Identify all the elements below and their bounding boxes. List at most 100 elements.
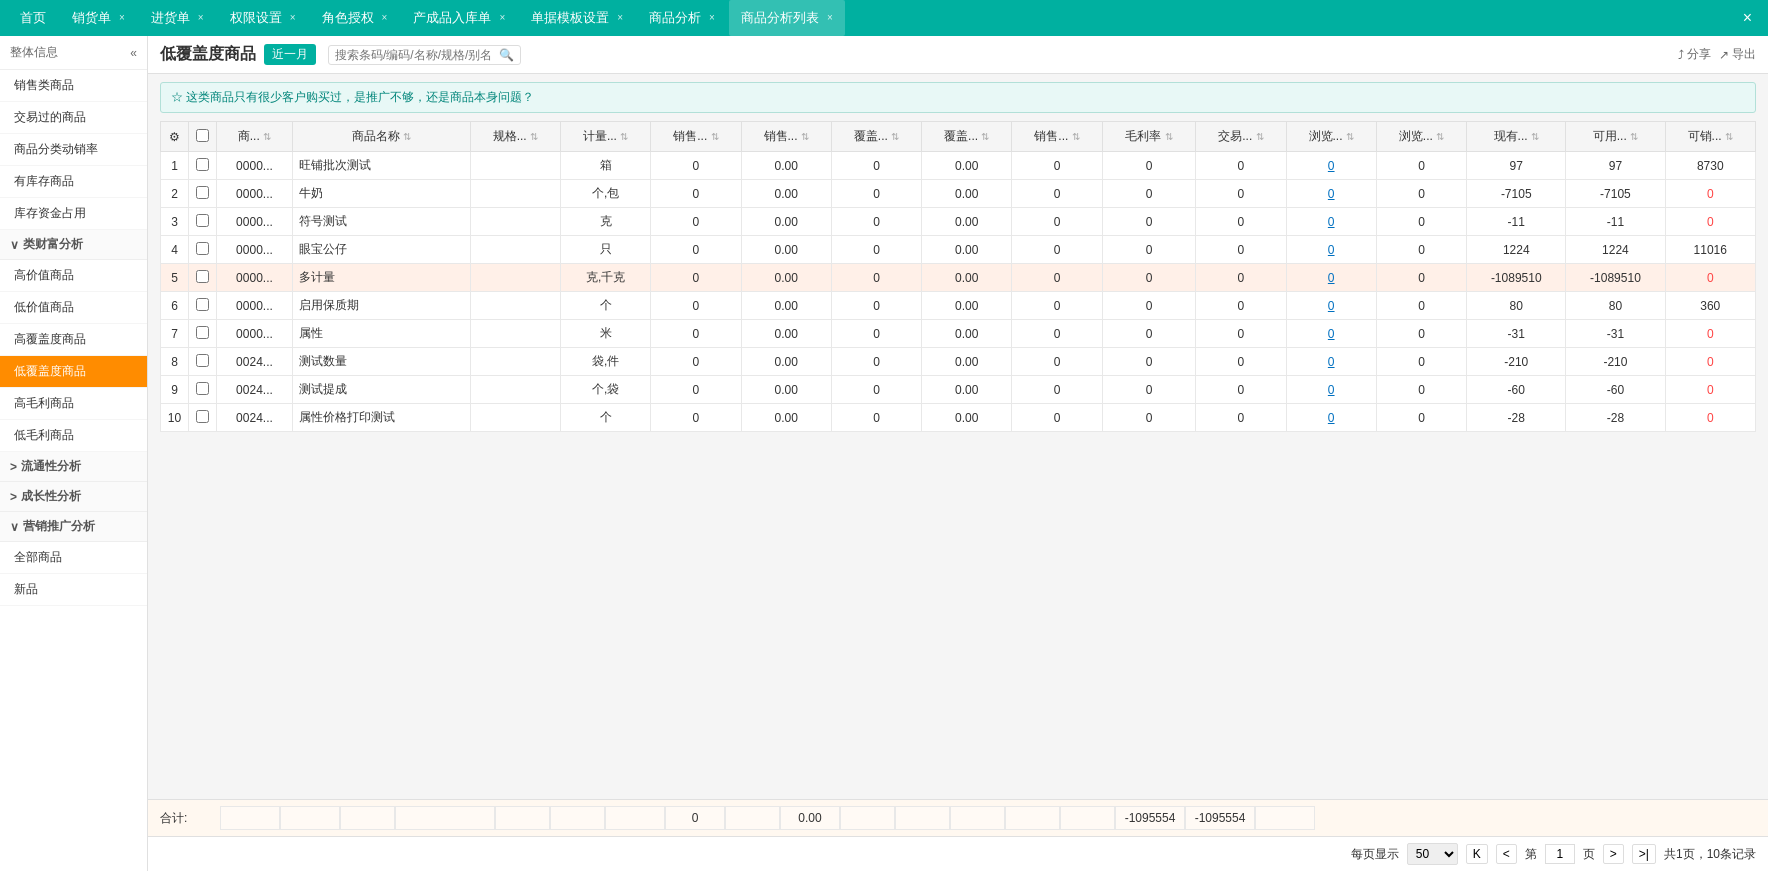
col-sales2[interactable]: 销售... ⇅: [741, 122, 831, 152]
nav-template-settings-close[interactable]: ×: [617, 0, 623, 36]
nav-sales-order-close[interactable]: ×: [119, 0, 125, 36]
nav-product-analysis[interactable]: 商品分析 ×: [637, 0, 727, 36]
row-browse1-2[interactable]: 0: [1286, 180, 1376, 208]
row-checkbox-8[interactable]: [189, 348, 217, 376]
last-page-button[interactable]: >|: [1632, 844, 1656, 864]
sidebar-section-wealth[interactable]: ∨ 类财富分析: [0, 230, 147, 260]
sidebar-item-all-goods[interactable]: 全部商品: [0, 542, 147, 574]
row-checkbox-9[interactable]: [189, 376, 217, 404]
sidebar-section-growth[interactable]: > 成长性分析: [0, 482, 147, 512]
nav-home[interactable]: 首页: [8, 0, 58, 36]
row-trade-6: 0: [1196, 292, 1286, 320]
page-size-select[interactable]: 50 100 200: [1407, 843, 1458, 865]
sidebar-section-marketing[interactable]: ∨ 营销推广分析: [0, 512, 147, 542]
nav-purchase-order-close[interactable]: ×: [198, 0, 204, 36]
col-spec[interactable]: 规格... ⇅: [470, 122, 560, 152]
export-button[interactable]: ↗ 导出: [1719, 46, 1756, 63]
row-cover1-4: 0: [831, 236, 921, 264]
col-code[interactable]: 商... ⇅: [217, 122, 293, 152]
row-checkbox-2[interactable]: [189, 180, 217, 208]
row-browse1-5[interactable]: 0: [1286, 264, 1376, 292]
prev-page-button[interactable]: <: [1496, 844, 1517, 864]
col-cover2[interactable]: 覆盖... ⇅: [922, 122, 1012, 152]
next-page-button[interactable]: >: [1603, 844, 1624, 864]
col-trade[interactable]: 交易... ⇅: [1196, 122, 1286, 152]
col-checkbox[interactable]: [189, 122, 217, 152]
col-browse1[interactable]: 浏览... ⇅: [1286, 122, 1376, 152]
period-button[interactable]: 近一月: [264, 44, 316, 65]
row-saleable-10: 0: [1665, 404, 1755, 432]
row-checkbox-3[interactable]: [189, 208, 217, 236]
col-sales3[interactable]: 销售... ⇅: [1012, 122, 1102, 152]
sidebar-item-high-value[interactable]: 高价值商品: [0, 260, 147, 292]
first-page-button[interactable]: K: [1466, 844, 1488, 864]
col-name[interactable]: 商品名称 ⇅: [292, 122, 470, 152]
sidebar-item-capital[interactable]: 库存资金占用: [0, 198, 147, 230]
nav-product-analysis-close[interactable]: ×: [709, 0, 715, 36]
col-browse2[interactable]: 浏览... ⇅: [1376, 122, 1466, 152]
search-icon[interactable]: 🔍: [499, 48, 514, 62]
col-usable[interactable]: 可用... ⇅: [1566, 122, 1665, 152]
col-current[interactable]: 现有... ⇅: [1467, 122, 1566, 152]
nav-role-auth-close[interactable]: ×: [382, 0, 388, 36]
window-close-button[interactable]: ×: [1735, 9, 1760, 27]
table-container[interactable]: ⚙ 商... ⇅ 商品名称 ⇅ 规格... ⇅ 计量... ⇅ 销售... ⇅ …: [160, 121, 1756, 799]
col-cover1[interactable]: 覆盖... ⇅: [831, 122, 921, 152]
row-code-9: 0024...: [217, 376, 293, 404]
nav-template-settings[interactable]: 单据模板设置 ×: [519, 0, 635, 36]
row-checkbox-7[interactable]: [189, 320, 217, 348]
sidebar-item-low-coverage[interactable]: 低覆盖度商品: [0, 356, 147, 388]
row-checkbox-10[interactable]: [189, 404, 217, 432]
col-gross-rate[interactable]: 毛利率 ⇅: [1102, 122, 1196, 152]
row-checkbox-1[interactable]: [189, 152, 217, 180]
row-browse1-1[interactable]: 0: [1286, 152, 1376, 180]
row-browse1-9[interactable]: 0: [1286, 376, 1376, 404]
table-row: 4 0000... 眼宝公仔 只 0 0.00 0 0.00 0 0 0 0 0…: [161, 236, 1756, 264]
sidebar-section-liquidity[interactable]: > 流通性分析: [0, 452, 147, 482]
nav-sales-order[interactable]: 销货单 ×: [60, 0, 137, 36]
sidebar-item-low-gross[interactable]: 低毛利商品: [0, 420, 147, 452]
sidebar-item-high-gross[interactable]: 高毛利商品: [0, 388, 147, 420]
nav-purchase-order[interactable]: 进货单 ×: [139, 0, 216, 36]
row-sales2-1: 0.00: [741, 152, 831, 180]
sidebar-item-high-coverage[interactable]: 高覆盖度商品: [0, 324, 147, 356]
col-unit[interactable]: 计量... ⇅: [560, 122, 650, 152]
row-browse1-3[interactable]: 0: [1286, 208, 1376, 236]
col-settings[interactable]: ⚙: [161, 122, 189, 152]
nav-role-auth[interactable]: 角色授权 ×: [310, 0, 400, 36]
nav-product-analysis-list[interactable]: 商品分析列表 ×: [729, 0, 845, 36]
nav-product-warehouse-close[interactable]: ×: [499, 0, 505, 36]
search-input[interactable]: [335, 48, 495, 62]
nav-product-warehouse[interactable]: 产成品入库单 ×: [401, 0, 517, 36]
row-browse1-8[interactable]: 0: [1286, 348, 1376, 376]
col-saleable[interactable]: 可销... ⇅: [1665, 122, 1755, 152]
sidebar-item-new-goods[interactable]: 新品: [0, 574, 147, 606]
nav-permission[interactable]: 权限设置 ×: [218, 0, 308, 36]
table-row: 2 0000... 牛奶 个,包 0 0.00 0 0.00 0 0 0 0 0…: [161, 180, 1756, 208]
sidebar-item-sales-goods[interactable]: 销售类商品: [0, 70, 147, 102]
row-checkbox-5[interactable]: [189, 264, 217, 292]
total-cells: 0 0.00 -1095554 -1095554: [220, 806, 1756, 830]
sidebar-item-low-value[interactable]: 低价值商品: [0, 292, 147, 324]
nav-product-analysis-list-close[interactable]: ×: [827, 0, 833, 36]
select-all-checkbox[interactable]: [196, 129, 209, 142]
row-checkbox-4[interactable]: [189, 236, 217, 264]
page-input[interactable]: [1545, 844, 1575, 864]
row-name-1: 旺铺批次测试: [292, 152, 470, 180]
col-sales1[interactable]: 销售... ⇅: [651, 122, 741, 152]
sidebar-item-category-rate[interactable]: 商品分类动销率: [0, 134, 147, 166]
share-button[interactable]: ⤴ 分享: [1678, 46, 1711, 63]
sidebar-item-in-stock[interactable]: 有库存商品: [0, 166, 147, 198]
total-col-spec: [495, 806, 550, 830]
row-browse1-6[interactable]: 0: [1286, 292, 1376, 320]
sidebar-collapse-icon[interactable]: «: [130, 46, 137, 60]
row-checkbox-6[interactable]: [189, 292, 217, 320]
row-gross-rate-4: 0: [1102, 236, 1196, 264]
page-end-label: 页: [1583, 846, 1595, 863]
sidebar-item-traded-goods[interactable]: 交易过的商品: [0, 102, 147, 134]
row-browse1-10[interactable]: 0: [1286, 404, 1376, 432]
row-browse1-7[interactable]: 0: [1286, 320, 1376, 348]
row-sales2-4: 0.00: [741, 236, 831, 264]
nav-permission-close[interactable]: ×: [290, 0, 296, 36]
row-browse1-4[interactable]: 0: [1286, 236, 1376, 264]
